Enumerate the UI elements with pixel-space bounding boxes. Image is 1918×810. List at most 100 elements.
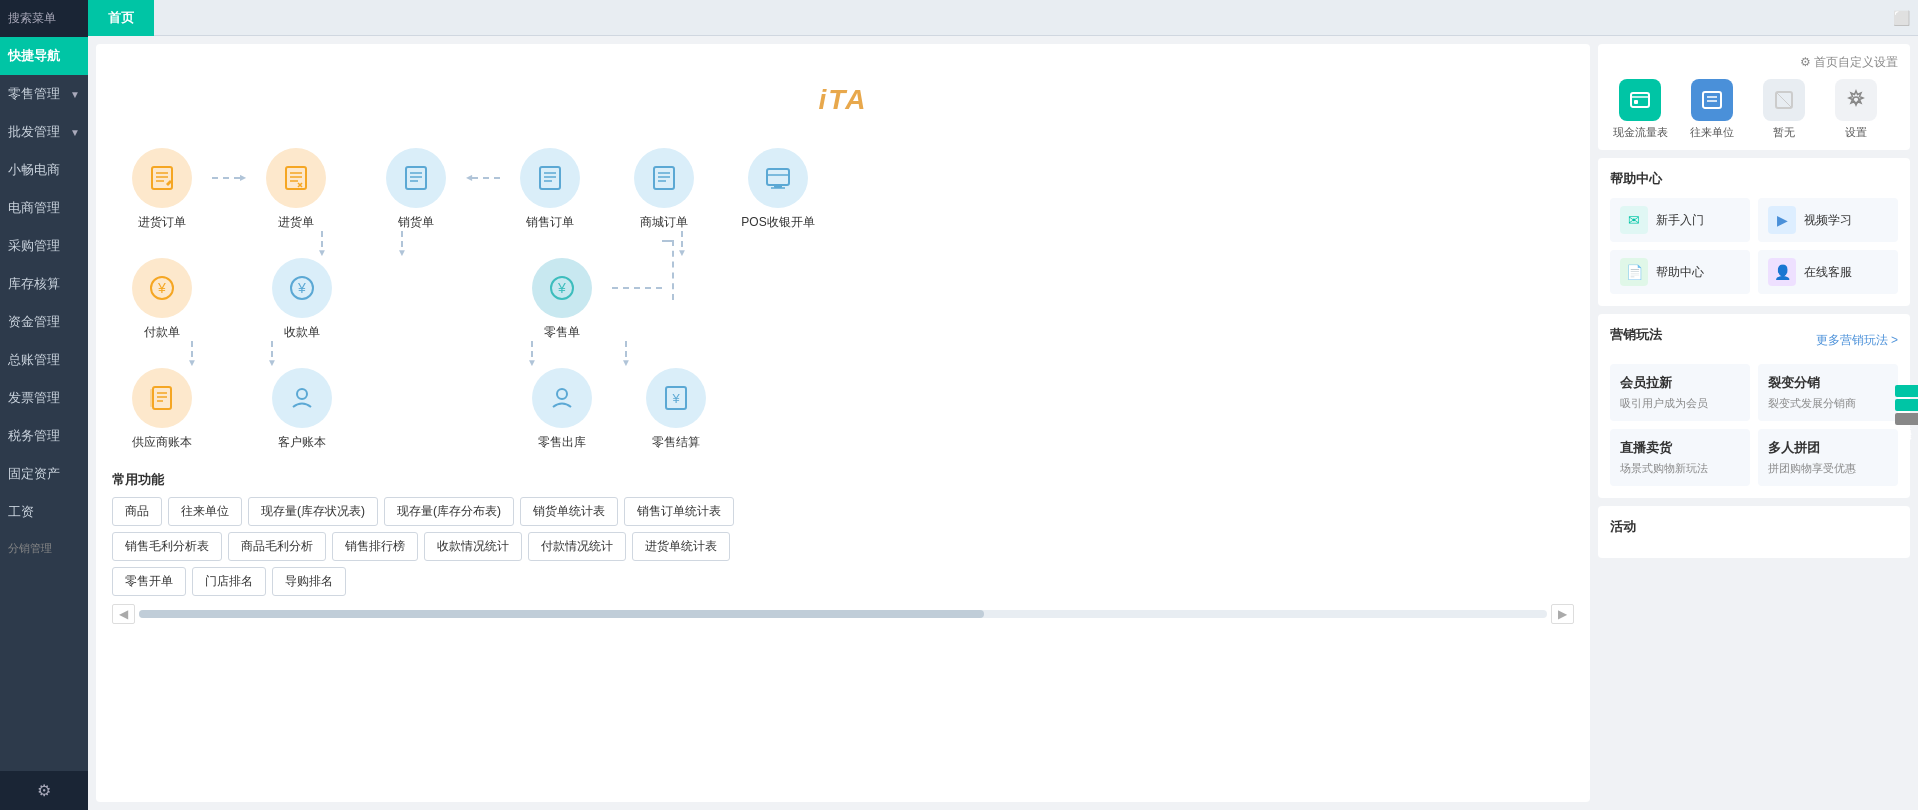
pos-icon — [748, 148, 808, 208]
float-desktop[interactable]: 桌面快捷 — [1895, 413, 1918, 425]
scroll-track[interactable] — [139, 610, 1547, 618]
float-community[interactable]: 服务社区 — [1895, 399, 1918, 411]
tabbar: 首页 ⬜ — [88, 0, 1918, 36]
flow-node-retail-out[interactable]: 零售出库 — [512, 368, 612, 451]
flow-node-retail[interactable]: ¥ 零售单 — [512, 258, 612, 341]
cashflow-icon — [1619, 79, 1661, 121]
chevron-down-icon: ▼ — [70, 127, 80, 138]
receipt-icon: ¥ — [272, 258, 332, 318]
flow-node-sales-order[interactable]: 销售订单 — [500, 148, 600, 231]
svg-text:¥: ¥ — [557, 280, 566, 296]
btn-sales-gross[interactable]: 销售毛利分析表 — [112, 532, 222, 561]
retail-settlement-icon: ¥ — [646, 368, 706, 428]
customize-settings-link[interactable]: ⚙ 首页自定义设置 — [1610, 54, 1898, 71]
quicknav-item[interactable]: 快捷导航 — [0, 37, 88, 75]
help-center-panel: 帮助中心 ✉ 新手入门 ▶ 视频学习 📄 帮助中心 👤 — [1598, 158, 1910, 306]
svg-rect-4 — [286, 167, 306, 189]
sidebar-item-purchase[interactable]: 采购管理 — [0, 227, 88, 265]
qa-contacts[interactable]: 往来单位 — [1682, 79, 1742, 140]
flow-node-pos[interactable]: POS收银开单 — [728, 148, 828, 231]
help-service[interactable]: 👤 在线客服 — [1758, 250, 1898, 294]
none-icon — [1763, 79, 1805, 121]
sales-icon — [386, 148, 446, 208]
btn-contacts[interactable]: 往来单位 — [168, 497, 242, 526]
btn-receipt-stat[interactable]: 收款情况统计 — [424, 532, 522, 561]
right-panel: ⚙ 首页自定义设置 现金流量表 往来单位 — [1598, 36, 1918, 810]
flow-node-mall-order[interactable]: 商城订单 — [614, 148, 714, 231]
btn-goods[interactable]: 商品 — [112, 497, 162, 526]
maximize-button[interactable]: ⬜ — [1893, 10, 1918, 26]
btn-guide-rank[interactable]: 导购排名 — [272, 567, 346, 596]
main-area: 首页 ⬜ iTA 进货订单 — [88, 0, 1918, 810]
sidebar-item-distribution[interactable]: 分销管理 — [0, 531, 88, 566]
marketing-header: 营销玩法 更多营销玩法 > — [1610, 326, 1898, 354]
sidebar-item-retail[interactable]: 零售管理 ▼ — [0, 75, 88, 113]
sidebar-item-inventory[interactable]: 库存核算 — [0, 265, 88, 303]
chevron-down-icon: ▼ — [70, 89, 80, 100]
help-newbie[interactable]: ✉ 新手入门 — [1610, 198, 1750, 242]
help-docs[interactable]: 📄 帮助中心 — [1610, 250, 1750, 294]
common-functions-title: 常用功能 — [112, 471, 1574, 489]
flow-node-customer-ledger[interactable]: 客户账本 — [252, 368, 352, 451]
svg-rect-39 — [1631, 93, 1649, 107]
flow-node-receipt[interactable]: ¥ 收款单 — [252, 258, 352, 341]
btn-purchase-stat[interactable]: 进货单统计表 — [632, 532, 730, 561]
btn-stock-dist[interactable]: 现存量(库存分布表) — [384, 497, 514, 526]
video-icon: ▶ — [1768, 206, 1796, 234]
qa-settings[interactable]: 设置 — [1826, 79, 1886, 140]
sidebar-item-tax[interactable]: 税务管理 — [0, 417, 88, 455]
sidebar-item-invoice[interactable]: 发票管理 — [0, 379, 88, 417]
arrow-1: ▶ — [212, 173, 246, 182]
svg-rect-34 — [150, 389, 154, 407]
mkt-member[interactable]: 会员拉新 吸引用户成为会员 — [1610, 364, 1750, 421]
float-service[interactable]: 客服热线 — [1895, 385, 1918, 397]
scroll-left[interactable]: ◀ — [112, 604, 135, 624]
sidebar-item-assets[interactable]: 固定资产 — [0, 455, 88, 493]
scroll-thumb — [139, 610, 984, 618]
flow-node-supplier-ledger[interactable]: 供应商账本 — [112, 368, 212, 451]
btn-sales-stat[interactable]: 销货单统计表 — [520, 497, 618, 526]
svg-point-36 — [557, 389, 567, 399]
quicknav-panel: iTA 进货订单 ▶ — [96, 44, 1590, 802]
sidebar-item-ledger[interactable]: 总账管理 — [0, 341, 88, 379]
sidebar-item-finance[interactable]: 资金管理 — [0, 303, 88, 341]
sidebar-item-ecom-mgmt[interactable]: 电商管理 — [0, 189, 88, 227]
sidebar-item-salary[interactable]: 工资 — [0, 493, 88, 531]
sidebar-item-wholesale[interactable]: 批发管理 ▼ — [0, 113, 88, 151]
help-video[interactable]: ▶ 视频学习 — [1758, 198, 1898, 242]
mkt-live[interactable]: 直播卖货 场景式购物新玩法 — [1610, 429, 1750, 486]
flow-node-purchase[interactable]: 进货单 — [246, 148, 346, 231]
marketing-panel: 营销玩法 更多营销玩法 > 会员拉新 吸引用户成为会员 裂变分销 裂变式发展分销… — [1598, 314, 1910, 498]
sales-order-icon — [520, 148, 580, 208]
customer-ledger-icon — [272, 368, 332, 428]
tab-home[interactable]: 首页 — [88, 0, 154, 36]
mkt-fission[interactable]: 裂变分销 裂变式发展分销商 — [1758, 364, 1898, 421]
common-functions: 常用功能 商品 往来单位 现存量(库存状况表) 现存量(库存分布表) 销货单统计… — [112, 471, 1574, 596]
btn-sales-rank[interactable]: 销售排行榜 — [332, 532, 418, 561]
mkt-group[interactable]: 多人拼团 拼团购物享受优惠 — [1758, 429, 1898, 486]
search-menu[interactable]: 搜索菜单 — [0, 0, 88, 37]
content-area: iTA 进货订单 ▶ — [88, 36, 1918, 810]
svg-line-46 — [1776, 92, 1792, 108]
btn-stock-status[interactable]: 现存量(库存状况表) — [248, 497, 378, 526]
qa-cashflow[interactable]: 现金流量表 — [1610, 79, 1670, 140]
flow-node-sales[interactable]: 销货单 — [366, 148, 466, 231]
svg-rect-12 — [540, 167, 560, 189]
btn-payment-stat[interactable]: 付款情况统计 — [528, 532, 626, 561]
svg-text:¥: ¥ — [157, 280, 166, 296]
flow-node-payment[interactable]: ¥ 付款单 — [112, 258, 212, 341]
settings-button[interactable]: ⚙ — [0, 771, 88, 810]
btn-retail-order[interactable]: 零售开单 — [112, 567, 186, 596]
btn-goods-gross[interactable]: 商品毛利分析 — [228, 532, 326, 561]
quick-access-icons: 现金流量表 往来单位 暂无 — [1610, 79, 1898, 140]
scroll-right[interactable]: ▶ — [1551, 604, 1574, 624]
btn-store-rank[interactable]: 门店排名 — [192, 567, 266, 596]
flow-node-purchase-order[interactable]: 进货订单 — [112, 148, 212, 231]
btn-sales-order-stat[interactable]: 销售订单统计表 — [624, 497, 734, 526]
quicknav-label: 快捷导航 — [8, 48, 60, 63]
sidebar-item-ecom[interactable]: 小畅电商 — [0, 151, 88, 189]
more-marketing-link[interactable]: 更多营销玩法 > — [1816, 332, 1898, 349]
flow-node-retail-settlement[interactable]: ¥ 零售结算 — [626, 368, 726, 451]
qa-none[interactable]: 暂无 — [1754, 79, 1814, 140]
settings-icon — [1835, 79, 1877, 121]
